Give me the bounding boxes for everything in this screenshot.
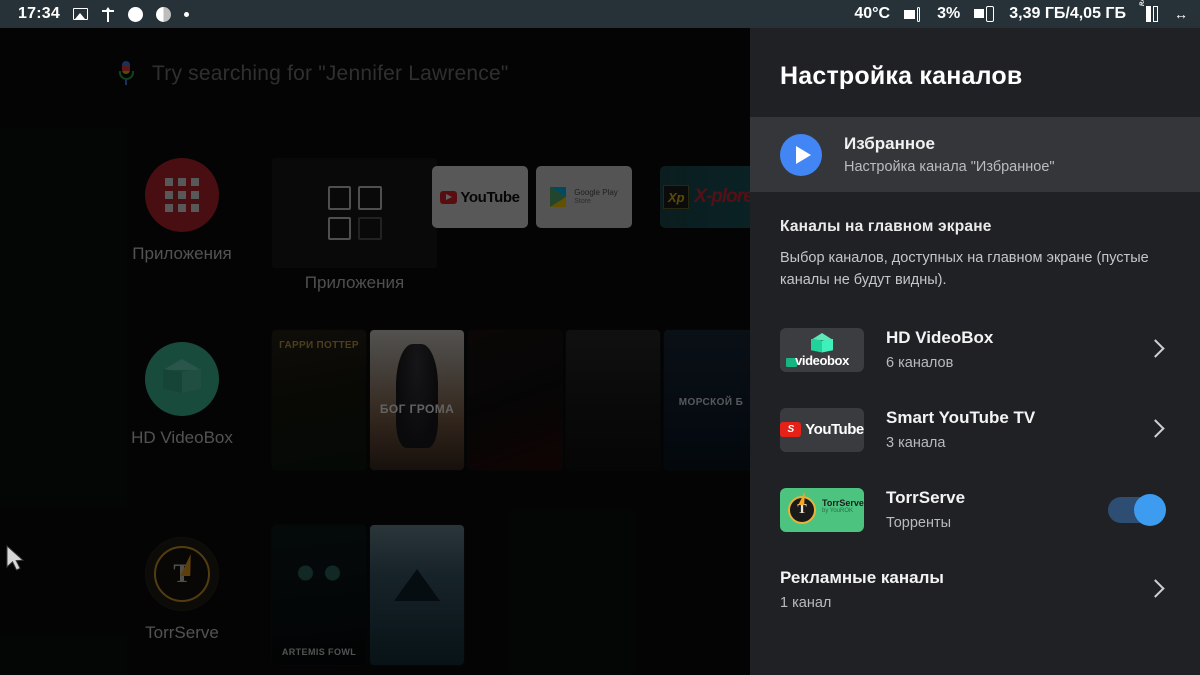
channel-row-hd-videobox[interactable]: videobox HD VideoBox 6 каналов xyxy=(750,310,1200,390)
channel-subtitle: Торренты xyxy=(886,515,1086,531)
poster-title: ГАРРИ ПОТТЕР xyxy=(272,340,366,351)
channel-title: HD VideoBox xyxy=(886,328,1122,348)
ram-icon: RAM xyxy=(1140,5,1160,23)
home-row-torrserve: T TorrServe ARTEMIS FOWL xyxy=(0,513,750,673)
memory-readout: 3,39 ГБ/4,05 ГБ xyxy=(1009,5,1126,23)
chevron-right-icon[interactable] xyxy=(1144,419,1166,441)
poster-item[interactable] xyxy=(468,330,562,470)
channel-title: TorrServe xyxy=(886,488,1086,508)
favorites-row[interactable]: Избранное Настройка канала "Избранное" xyxy=(750,117,1200,192)
videobox-icon-label: videobox xyxy=(780,353,864,368)
search-input[interactable]: Try searching for "Jennifer Lawrence" xyxy=(152,62,509,86)
section-title: Каналы на главном экране xyxy=(780,218,1170,236)
channel-subtitle: 1 канал xyxy=(780,595,1122,611)
row-icon-apps[interactable]: Приложения xyxy=(92,158,272,264)
screen-root: 17:34 40°C 3% 3,39 ГБ/4,05 ГБ RAM ↔ xyxy=(0,0,1200,675)
mouse-cursor xyxy=(6,545,28,575)
tile-xplore[interactable]: Xp X-plore xyxy=(660,166,750,228)
channel-title: Рекламные каналы xyxy=(780,568,1122,588)
poster-item[interactable]: МОРСКОЙ Б xyxy=(664,330,750,470)
row-label-videobox: HD VideoBox xyxy=(92,428,272,448)
home-row-apps: Приложения Приложения YouTube Google Pla… xyxy=(0,158,750,308)
channel-toggle-torrserve[interactable] xyxy=(1108,497,1164,523)
videobox-cube-icon[interactable] xyxy=(145,342,219,416)
temperature-readout: 40°C xyxy=(854,5,890,23)
torrserve-icon-label: TorrServe xyxy=(822,498,864,508)
home-channels-section: Каналы на главном экране Выбор каналов, … xyxy=(750,192,1200,292)
row-label-torrserve: TorrServe xyxy=(92,623,272,643)
chevron-right-icon[interactable] xyxy=(1144,579,1166,601)
home-screen: Try searching for "Jennifer Lawrence" Пр… xyxy=(0,28,750,675)
channel-title: Smart YouTube TV xyxy=(886,408,1122,428)
youtube-icon: S YouTube xyxy=(780,408,864,452)
poster-item[interactable]: ГАРРИ ПОТТЕР xyxy=(272,330,366,470)
status-bar-right: 40°C 3% 3,39 ГБ/4,05 ГБ RAM ↔ xyxy=(854,5,1188,23)
favorites-title: Избранное xyxy=(844,134,1055,154)
photo-icon xyxy=(73,8,88,20)
favorites-subtitle: Настройка канала "Избранное" xyxy=(844,159,1055,175)
youtube-icon-badge: S xyxy=(787,424,794,435)
channel-list: videobox HD VideoBox 6 каналов S YouTube xyxy=(750,310,1200,630)
google-play-icon xyxy=(550,187,568,207)
channel-row-smart-youtube-tv[interactable]: S YouTube Smart YouTube TV 3 канала xyxy=(750,390,1200,470)
dot-icon xyxy=(184,12,189,17)
poster-item[interactable]: БОГ ГРОМА xyxy=(370,330,464,470)
tile-google-play[interactable]: Google Play Store xyxy=(536,166,632,228)
tile-all-apps[interactable] xyxy=(272,158,437,268)
tile-google-play-sublabel: Store xyxy=(574,198,618,207)
circle-half-icon xyxy=(156,7,171,22)
circle-filled-icon xyxy=(128,7,143,22)
row-icon-torrserve[interactable]: T TorrServe xyxy=(92,537,272,643)
torrserve-icon-sublabel: by YouROK xyxy=(822,508,864,514)
clock: 17:34 xyxy=(18,5,60,23)
poster-title: МОРСКОЙ Б xyxy=(664,397,750,408)
status-bar-left: 17:34 xyxy=(18,5,189,23)
tile-all-apps-label: Приложения xyxy=(272,273,437,293)
youtube-icon-label: YouTube xyxy=(805,421,863,438)
tile-xplore-label: X-plore xyxy=(694,186,750,208)
channel-subtitle: 6 каналов xyxy=(886,355,1122,371)
network-arrows-icon: ↔ xyxy=(1174,6,1188,22)
youtube-play-icon xyxy=(440,191,457,204)
row-label-apps: Приложения xyxy=(92,244,272,264)
chevron-right-icon[interactable] xyxy=(1144,339,1166,361)
poster-item[interactable] xyxy=(370,525,464,665)
channel-row-ad-channels[interactable]: Рекламные каналы 1 канал xyxy=(750,550,1200,630)
channel-subtitle: 3 канала xyxy=(886,435,1122,451)
panel-title: Настройка каналов xyxy=(750,28,1200,91)
channel-row-torrserve[interactable]: T TorrServe by YouROK TorrServe Торренты xyxy=(750,470,1200,550)
tile-google-play-label: Google Play xyxy=(574,188,618,198)
xplore-icon: Xp xyxy=(663,185,689,209)
apps-grid-icon[interactable] xyxy=(145,158,219,232)
videobox-icon: videobox xyxy=(780,328,864,372)
row-icon-videobox[interactable]: HD VideoBox xyxy=(92,342,272,448)
battery-percent: 3% xyxy=(937,5,960,23)
channel-settings-panel: Настройка каналов Избранное Настройка ка… xyxy=(750,28,1200,675)
home-row-videobox: HD VideoBox ГАРРИ ПОТТЕР БОГ ГРОМА МОРСК… xyxy=(0,318,750,478)
section-description: Выбор каналов, доступных на главном экра… xyxy=(780,248,1152,292)
poster-title: ARTEMIS FOWL xyxy=(272,647,366,657)
microphone-icon[interactable] xyxy=(118,61,134,87)
poster-title: БОГ ГРОМА xyxy=(370,402,464,416)
tile-youtube-label: YouTube xyxy=(460,189,519,206)
torrserve-logo-icon[interactable]: T xyxy=(145,537,219,611)
torrserve-icon: T TorrServe by YouROK xyxy=(780,488,864,532)
tile-youtube[interactable]: YouTube xyxy=(432,166,528,228)
battery-icon xyxy=(974,6,995,22)
status-bar: 17:34 40°C 3% 3,39 ГБ/4,05 ГБ RAM ↔ xyxy=(0,0,1200,28)
poster-item[interactable] xyxy=(566,330,660,470)
usb-icon xyxy=(101,7,115,22)
poster-item[interactable]: ARTEMIS FOWL xyxy=(272,525,366,665)
thermometer-icon xyxy=(904,7,923,22)
search-bar[interactable]: Try searching for "Jennifer Lawrence" xyxy=(118,52,718,96)
play-icon xyxy=(780,134,822,176)
poster-list-videobox: ГАРРИ ПОТТЕР БОГ ГРОМА МОРСКОЙ Б xyxy=(272,330,750,470)
poster-list-torrserve: ARTEMIS FOWL xyxy=(272,525,464,665)
